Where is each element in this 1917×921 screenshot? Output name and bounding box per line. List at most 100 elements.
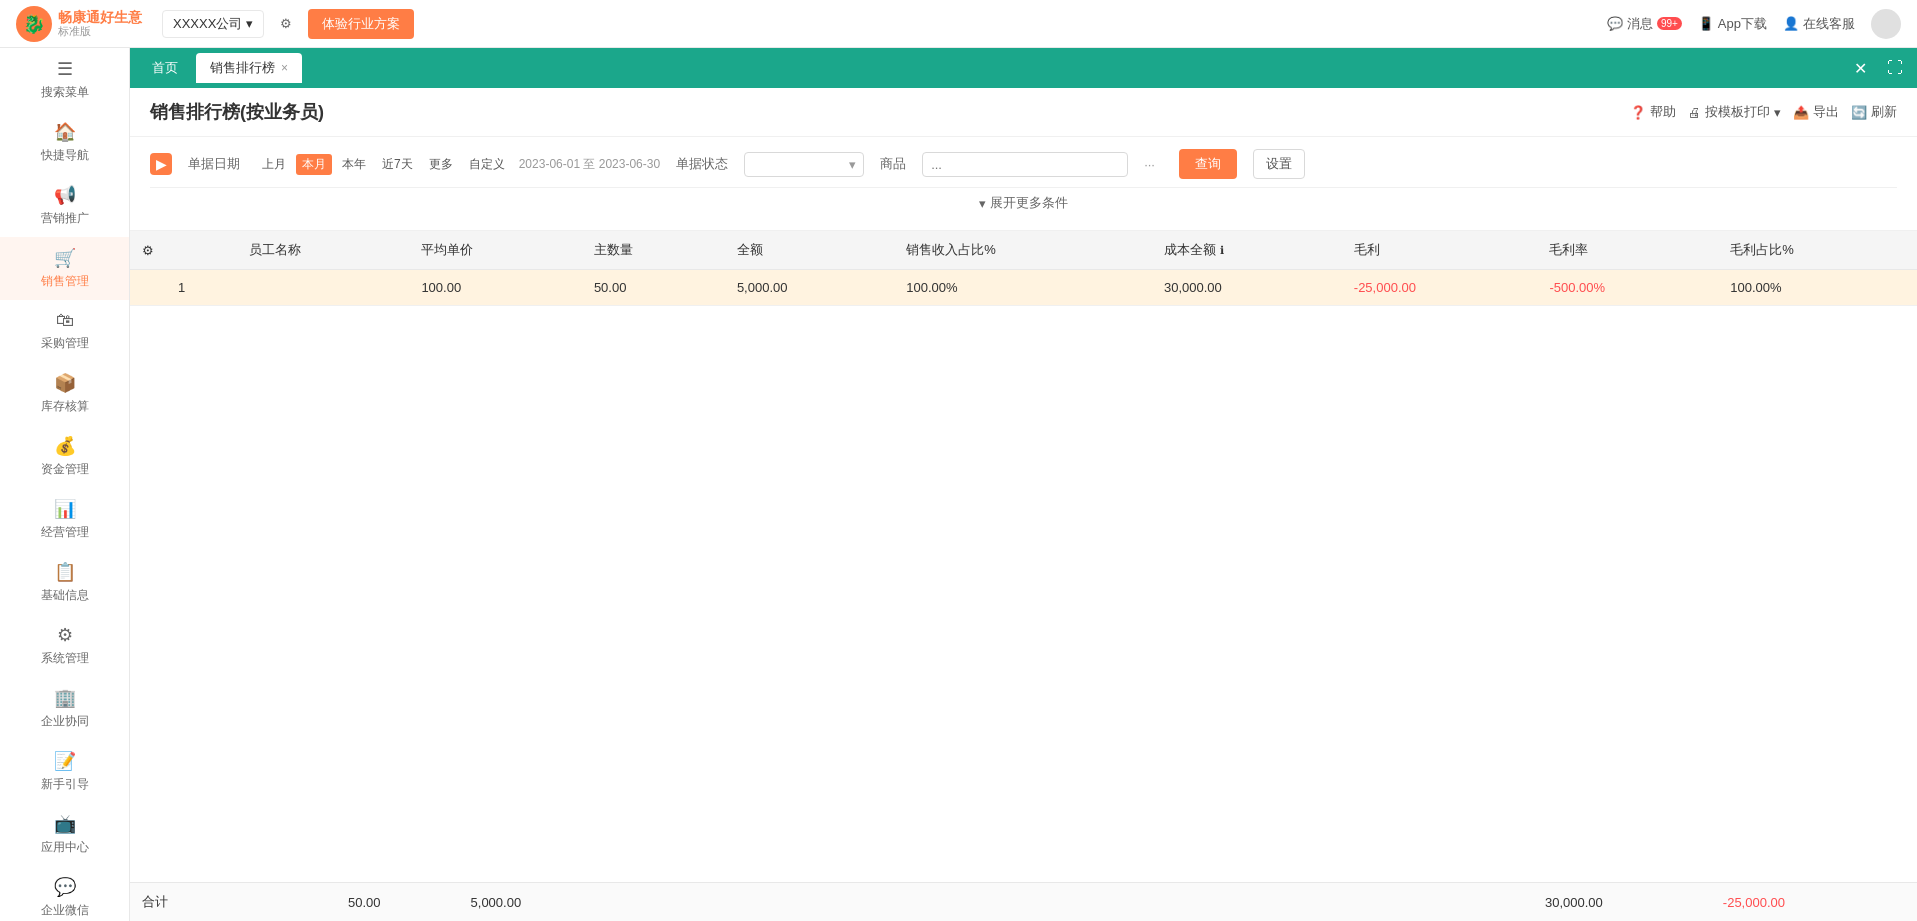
col-amount: 全额 (725, 231, 894, 270)
date-opt-thismonth[interactable]: 本月 (296, 154, 332, 175)
col-avg-price: 平均单价 (409, 231, 582, 270)
expand-row: ▾ 展开更多条件 (150, 187, 1897, 218)
filter-more-btn[interactable]: ··· (1144, 157, 1155, 172)
sidebar-label-basic: 基础信息 (41, 587, 89, 604)
tab-bar: 首页 销售排行榜 × ✕ ⛶ (130, 48, 1917, 88)
sidebar-item-wechat[interactable]: 💬 企业微信 (0, 866, 129, 921)
sidebar-label-nav: 快捷导航 (41, 147, 89, 164)
col-sales-pct: 销售收入占比% (894, 231, 1152, 270)
online-service-button[interactable]: 👤 在线客服 (1783, 15, 1855, 33)
page-actions: ❓ 帮助 🖨 按模板打印 ▾ 📤 导出 🔄 (1630, 103, 1897, 121)
inventory-icon: 📦 (54, 372, 76, 394)
trial-button[interactable]: 体验行业方案 (308, 9, 414, 39)
sidebar-item-system[interactable]: ⚙ 系统管理 (0, 614, 129, 677)
export-icon: 📤 (1793, 105, 1809, 120)
user-avatar[interactable] (1871, 9, 1901, 39)
wechat-icon: 💬 (54, 876, 76, 898)
message-button[interactable]: 💬 消息 99+ (1607, 15, 1682, 33)
finance-icon: 💰 (54, 435, 76, 457)
company-selector[interactable]: XXXXX公司 ▾ (162, 10, 264, 38)
date-opt-thisyear[interactable]: 本年 (336, 154, 372, 175)
sidebar-item-nav[interactable]: 🏠 快捷导航 (0, 111, 129, 174)
sidebar-item-inventory[interactable]: 📦 库存核算 (0, 362, 129, 425)
print-label: 按模板打印 (1705, 103, 1770, 121)
sidebar-item-apps[interactable]: 📺 应用中心 (0, 803, 129, 866)
sidebar: ☰ 搜索菜单 🏠 快捷导航 📢 营销推广 🛒 销售管理 🛍 采购管理 📦 (0, 48, 130, 921)
app-icon: 📱 (1698, 16, 1714, 31)
table-row: 1 100.00 50.00 5,000.00 100.00% 30,000.0… (130, 270, 1917, 306)
service-label: 在线客服 (1803, 15, 1855, 33)
home-icon: 🏠 (54, 121, 76, 143)
tab-sales-ranking-label: 销售排行榜 (210, 59, 275, 77)
cell-gross-pct: 100.00% (1718, 270, 1917, 306)
table-footer: 合计 50.00 5,000.00 30,000.00 -25,000.00 (130, 882, 1917, 921)
status-select[interactable] (744, 152, 864, 177)
top-bar-right: 💬 消息 99+ 📱 App下载 👤 在线客服 (1607, 9, 1901, 39)
expand-more-btn[interactable]: ▾ 展开更多条件 (979, 194, 1068, 212)
sidebar-item-operations[interactable]: 📊 经营管理 (0, 488, 129, 551)
date-opt-custom[interactable]: 自定义 (463, 154, 511, 175)
goods-input[interactable] (922, 152, 1128, 177)
footer-quantity: 50.00 (348, 895, 381, 910)
company-name: XXXXX公司 (173, 15, 242, 33)
sidebar-item-sales[interactable]: 🛒 销售管理 (0, 237, 129, 300)
print-button[interactable]: 🖨 按模板打印 ▾ (1688, 103, 1781, 121)
apps-icon: 📺 (54, 813, 76, 835)
sidebar-label-apps: 应用中心 (41, 839, 89, 856)
cell-amount: 5,000.00 (725, 270, 894, 306)
sidebar-label-wechat: 企业微信 (41, 902, 89, 919)
logo-sub: 标准版 (58, 25, 142, 38)
settings-button[interactable]: ⚙ (272, 10, 300, 38)
col-cost: 成本全额 ℹ (1152, 231, 1342, 270)
date-opt-lastmonth[interactable]: 上月 (256, 154, 292, 175)
cell-gross: -25,000.00 (1342, 270, 1538, 306)
sidebar-item-finance[interactable]: 💰 资金管理 (0, 425, 129, 488)
sidebar-item-basic[interactable]: 📋 基础信息 (0, 551, 129, 614)
cell-settings (130, 270, 166, 306)
settings-panel-button[interactable]: 设置 (1253, 149, 1305, 179)
help-label: 帮助 (1650, 103, 1676, 121)
sidebar-label-guide: 新手引导 (41, 776, 89, 793)
query-button[interactable]: 查询 (1179, 149, 1237, 179)
sidebar-item-search[interactable]: ☰ 搜索菜单 (0, 48, 129, 111)
sidebar-label-collab: 企业协同 (41, 713, 89, 730)
cost-info-icon[interactable]: ℹ (1220, 244, 1224, 256)
export-button[interactable]: 📤 导出 (1793, 103, 1839, 121)
col-gross-rate: 毛利率 (1537, 231, 1718, 270)
logo-text: 畅康通好生意 标准版 (58, 9, 142, 39)
app-download-button[interactable]: 📱 App下载 (1698, 15, 1767, 33)
tab-sales-ranking[interactable]: 销售排行榜 × (196, 53, 302, 83)
filter-area: ▶ 单据日期 上月 本月 本年 近7天 更多 自定义 2023-06-01 至 … (130, 137, 1917, 231)
help-icon: ❓ (1630, 105, 1646, 120)
print-dropdown-icon: ▾ (1774, 105, 1781, 120)
sidebar-label-system: 系统管理 (41, 650, 89, 667)
sidebar-item-guide[interactable]: 📝 新手引导 (0, 740, 129, 803)
date-filter-label: 单据日期 (188, 155, 240, 173)
tab-fullscreen-btn[interactable]: ⛶ (1881, 57, 1909, 79)
operations-icon: 📊 (54, 498, 76, 520)
sidebar-item-purchase[interactable]: 🛍 采购管理 (0, 300, 129, 362)
sidebar-label-marketing: 营销推广 (41, 210, 89, 227)
tab-close-window-btn[interactable]: ✕ (1848, 57, 1873, 80)
cell-quantity: 50.00 (582, 270, 725, 306)
footer-row: 合计 50.00 5,000.00 30,000.00 -25,000.00 (142, 893, 1905, 911)
sidebar-label-inventory: 库存核算 (41, 398, 89, 415)
print-icon: 🖨 (1688, 105, 1701, 120)
date-opt-7days[interactable]: 近7天 (376, 154, 419, 175)
footer-gross: -25,000.00 (1723, 895, 1785, 910)
refresh-button[interactable]: 🔄 刷新 (1851, 103, 1897, 121)
logo: 🐉 畅康通好生意 标准版 (16, 6, 142, 42)
refresh-label: 刷新 (1871, 103, 1897, 121)
data-table: ⚙ 员工名称 平均单价 主数量 全额 销售收入占比% 成本全额 ℹ 毛利 毛利率 (130, 231, 1917, 306)
guide-icon: 📝 (54, 750, 76, 772)
sales-icon: 🛒 (54, 247, 76, 269)
tab-home[interactable]: 首页 (138, 53, 192, 83)
col-settings[interactable]: ⚙ (130, 231, 166, 270)
sidebar-item-marketing[interactable]: 📢 营销推广 (0, 174, 129, 237)
help-button[interactable]: ❓ 帮助 (1630, 103, 1676, 121)
filter-row: ▶ 单据日期 上月 本月 本年 近7天 更多 自定义 2023-06-01 至 … (150, 149, 1897, 179)
tab-close-icon[interactable]: × (281, 61, 288, 75)
date-opt-more[interactable]: 更多 (423, 154, 459, 175)
sidebar-item-collab[interactable]: 🏢 企业协同 (0, 677, 129, 740)
filter-collapse-arrow[interactable]: ▶ (150, 153, 172, 175)
